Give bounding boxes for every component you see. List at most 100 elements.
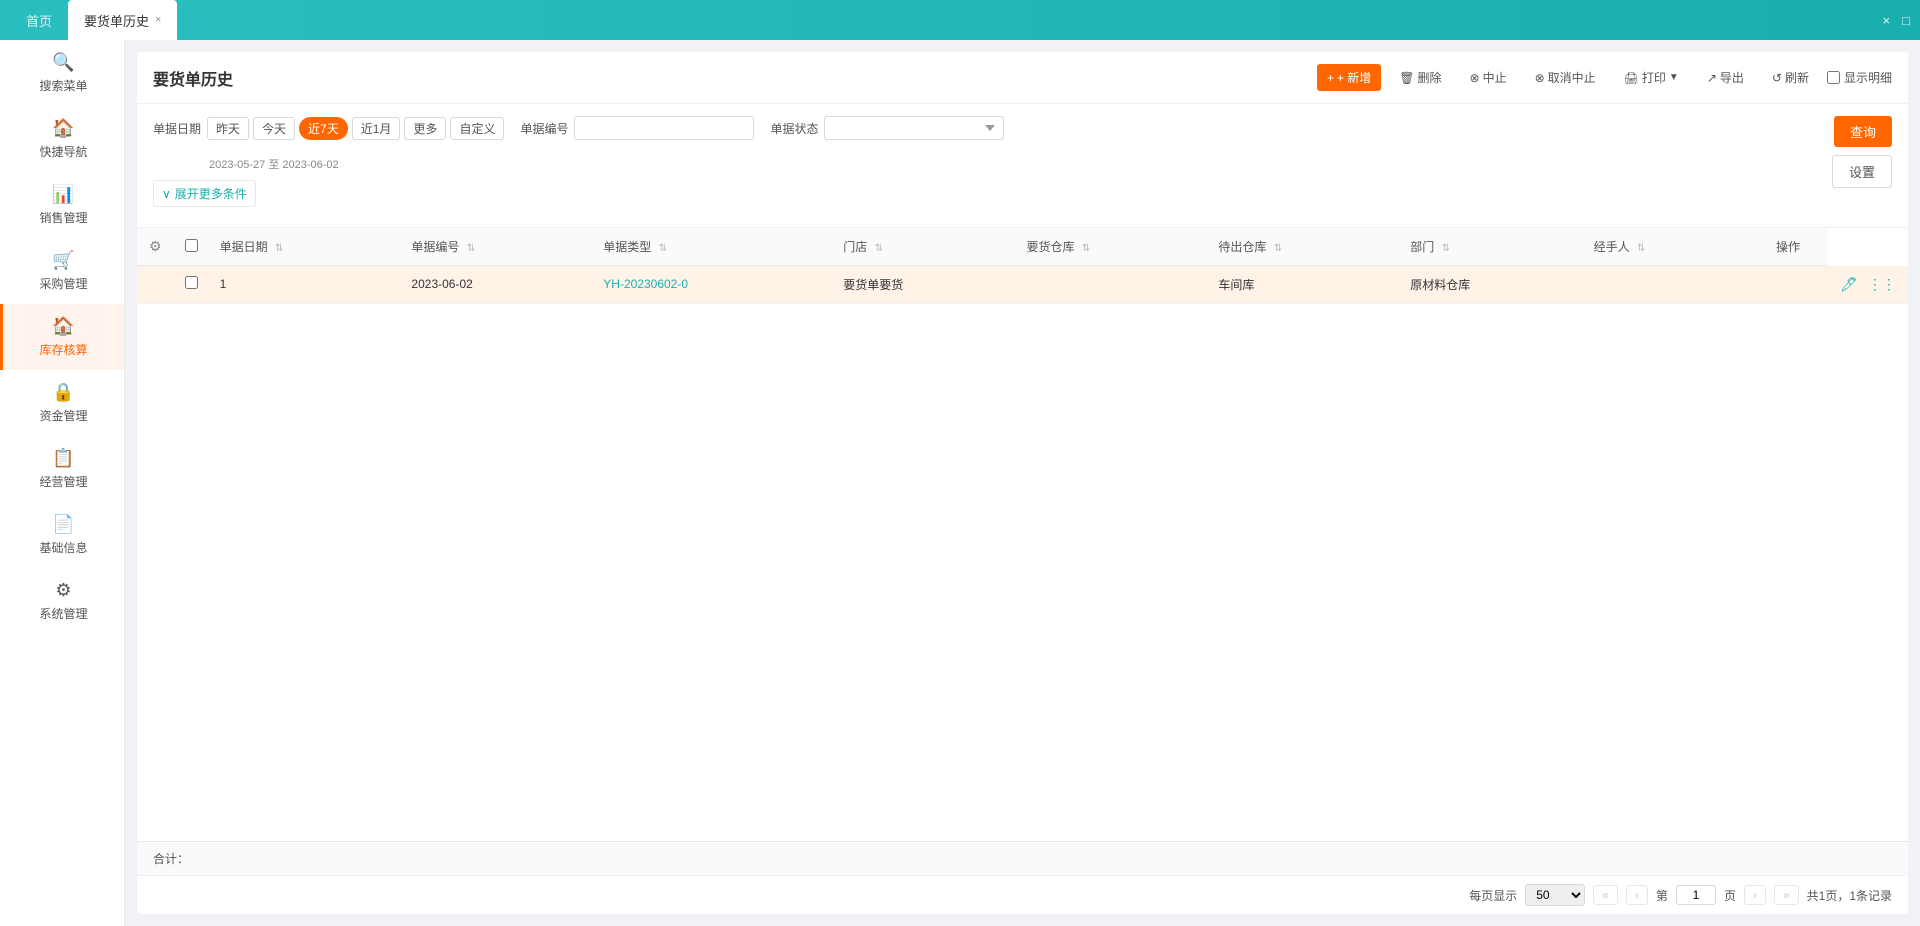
action-icons: 🖊 ⋮⋮ (1838, 274, 1898, 295)
inventory-icon: 🏠 (52, 316, 74, 337)
page-next-btn[interactable]: › (1744, 885, 1766, 905)
column-settings-btn[interactable]: ⚙ (147, 236, 164, 257)
tab-home[interactable]: 首页 (10, 0, 68, 40)
row-handler (1748, 266, 1828, 304)
row-index: 1 (210, 266, 402, 304)
page-size-select[interactable]: 20 50 100 200 (1525, 884, 1585, 906)
sidebar-item-system-label: 系统管理 (39, 605, 87, 622)
data-table: ⚙ 单据日期 ⇅ 单据编号 ⇅ (137, 228, 1908, 304)
window-close-btn[interactable]: × (1883, 13, 1891, 28)
pagination-bar: 每页显示 20 50 100 200 « ‹ 第 页 › » 共1页，1条记录 (137, 875, 1908, 914)
date-btn-1month[interactable]: 近1月 (352, 117, 401, 140)
status-select[interactable] (824, 116, 1004, 140)
toolbar: + + 新增 🗑 删除 ⊗ 中止 ⊗ 取消中止 (1317, 64, 1892, 91)
print-button[interactable]: 🖨 打印 ▼ (1614, 64, 1689, 91)
page-prev-btn[interactable]: ‹ (1626, 885, 1648, 905)
sidebar-item-operations-label: 经营管理 (39, 473, 87, 490)
tab-close-icon[interactable]: × (155, 14, 161, 26)
expand-more-btn[interactable]: ∨ 展开更多条件 (153, 180, 256, 207)
col-doc-number-label: 单据编号 (411, 240, 459, 254)
expand-more-label: 展开更多条件 (175, 185, 247, 202)
display-detail-checkbox[interactable] (1827, 71, 1840, 84)
stop-icon: ⊗ (1470, 71, 1480, 85)
table-body: 1 2023-06-02 YH-20230602-0 要货单要货 车间库 原材料… (137, 266, 1908, 304)
top-bar: 首页 要货单历史 × × □ (0, 0, 1920, 40)
col-doc-date-label: 单据日期 (220, 240, 268, 254)
display-detail-toggle[interactable]: 显示明细 (1827, 69, 1892, 86)
page-first-btn[interactable]: « (1593, 885, 1618, 905)
tab-requisition-history[interactable]: 要货单历史 × (68, 0, 177, 40)
docnum-input[interactable] (574, 116, 754, 140)
total-records-label: 共1页，1条记录 (1807, 887, 1892, 904)
sidebar-item-inventory[interactable]: 🏠 库存核算 (0, 304, 124, 370)
col-req-warehouse: 要货仓库 ⇅ (1017, 228, 1209, 266)
sort-store-icon[interactable]: ⇅ (875, 243, 883, 254)
export-button[interactable]: ↗ 导出 (1697, 64, 1754, 91)
col-store: 门店 ⇅ (833, 228, 1016, 266)
row-edit-icon[interactable]: 🖊 (1838, 274, 1860, 295)
sidebar-item-system[interactable]: ⚙ 系统管理 (0, 568, 124, 634)
col-department-label: 部门 (1410, 240, 1434, 254)
status-label: 单据状态 (770, 120, 818, 137)
sort-handler-icon[interactable]: ⇅ (1637, 243, 1645, 254)
export-label: 导出 (1720, 69, 1744, 86)
page-input[interactable] (1676, 885, 1716, 905)
doc-number-link[interactable]: YH-20230602-0 (603, 277, 688, 291)
sidebar-item-search-label: 搜索菜单 (39, 77, 87, 94)
system-icon: ⚙ (55, 580, 71, 601)
sidebar-item-purchase[interactable]: 🛒 采购管理 (0, 238, 124, 304)
sort-doc-type-icon[interactable]: ⇅ (659, 243, 667, 254)
filter-settings-button[interactable]: 设置 (1832, 155, 1892, 188)
refresh-button[interactable]: ↺ 刷新 (1762, 64, 1819, 91)
col-settings: ⚙ (137, 228, 174, 266)
delete-button[interactable]: 🗑 删除 (1389, 64, 1451, 91)
new-button[interactable]: + + 新增 (1317, 64, 1381, 91)
page-size-label: 每页显示 (1469, 887, 1517, 904)
row-doc-number: YH-20230602-0 (593, 266, 833, 304)
table-head-row: ⚙ 单据日期 ⇅ 单据编号 ⇅ (137, 228, 1908, 266)
col-doc-number: 单据编号 ⇅ (401, 228, 593, 266)
sort-req-warehouse-icon[interactable]: ⇅ (1082, 243, 1090, 254)
sidebar-item-finance[interactable]: 🔒 资金管理 (0, 370, 124, 436)
filter-left: 单据日期 昨天 今天 近7天 近1月 更多 自定义 (153, 116, 1832, 215)
finance-icon: 🔒 (52, 382, 74, 403)
col-handler-label: 经手人 (1594, 240, 1630, 254)
filter-docnum-group: 单据编号 (520, 116, 754, 140)
row-doc-type: 要货单要货 (833, 266, 1016, 304)
date-btn-custom[interactable]: 自定义 (450, 117, 504, 140)
sort-pending-warehouse-icon[interactable]: ⇅ (1274, 243, 1282, 254)
date-btn-7days[interactable]: 近7天 (299, 117, 348, 140)
date-btn-more[interactable]: 更多 (404, 117, 446, 140)
date-btn-yesterday[interactable]: 昨天 (207, 117, 249, 140)
sidebar-item-basicinfo[interactable]: 📄 基础信息 (0, 502, 124, 568)
table-head: ⚙ 单据日期 ⇅ 单据编号 ⇅ (137, 228, 1908, 266)
sort-doc-date-icon[interactable]: ⇅ (275, 243, 283, 254)
sort-doc-number-icon[interactable]: ⇅ (467, 243, 475, 254)
window-maximize-btn[interactable]: □ (1902, 13, 1910, 28)
footer-total-label: 合计： (153, 850, 189, 867)
sidebar-item-finance-label: 资金管理 (39, 407, 87, 424)
col-pending-warehouse: 待出仓库 ⇅ (1208, 228, 1400, 266)
sidebar-item-sales[interactable]: 📊 销售管理 (0, 172, 124, 238)
sidebar-item-quicknav[interactable]: 🏠 快捷导航 (0, 106, 124, 172)
sidebar-item-operations[interactable]: 📋 经营管理 (0, 436, 124, 502)
col-doc-type-label: 单据类型 (603, 240, 651, 254)
select-all-checkbox[interactable] (185, 239, 198, 252)
main-layout: 🔍 搜索菜单 🏠 快捷导航 📊 销售管理 🛒 采购管理 🏠 库存核算 🔒 资金管… (0, 40, 1920, 926)
date-range-display: 2023-05-27 至 2023-06-02 (209, 156, 1832, 172)
row-checkbox-input[interactable] (185, 276, 198, 289)
cancel-stop-button[interactable]: ⊗ 取消中止 (1525, 64, 1606, 91)
page-last-btn[interactable]: » (1774, 885, 1799, 905)
sidebar-item-quicknav-label: 快捷导航 (39, 143, 87, 160)
basicinfo-icon: 📄 (52, 514, 74, 535)
filter-status-group: 单据状态 (770, 116, 1004, 140)
query-button[interactable]: 查询 (1834, 116, 1892, 147)
sidebar-item-search[interactable]: 🔍 搜索菜单 (0, 40, 124, 106)
stop-button[interactable]: ⊗ 中止 (1460, 64, 1517, 91)
row-more-icon[interactable]: ⋮⋮ (1866, 274, 1898, 295)
date-btn-today[interactable]: 今天 (253, 117, 295, 140)
date-range-text: 2023-05-27 至 2023-06-02 (209, 159, 339, 171)
sort-department-icon[interactable]: ⇅ (1442, 243, 1450, 254)
row-checkbox (174, 266, 210, 304)
row-doc-date: 2023-06-02 (401, 266, 593, 304)
